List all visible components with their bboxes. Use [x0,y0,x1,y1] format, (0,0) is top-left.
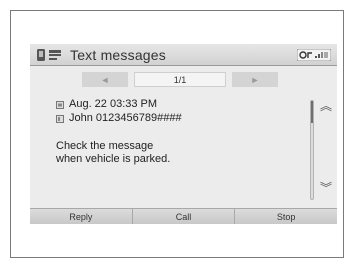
scrollbar-thumb[interactable] [311,101,313,123]
previous-page-button[interactable]: ◄ [82,72,128,87]
double-chevron-down-icon[interactable]: ︾ [319,182,333,194]
status-icons [297,49,331,61]
title-bar: Text messages [30,44,337,66]
action-bar: Reply Call Stop [30,208,338,224]
message-sender: John 0123456789#### [69,112,182,124]
page-indicator: 1/1 [134,72,226,87]
pager: ◄ 1/1 ► [82,72,278,87]
phone-message-icon [37,49,61,61]
scrollbar[interactable] [310,100,314,200]
text-messages-screen: Text messages ◄ 1/1 ► Aug. 22 03:33 PM J… [30,44,338,224]
next-page-button[interactable]: ► [232,72,278,87]
reply-button[interactable]: Reply [30,209,133,224]
message-date: Aug. 22 03:33 PM [69,98,158,110]
call-button[interactable]: Call [132,209,236,224]
stop-button[interactable]: Stop [235,209,338,224]
message-body-line-2: when vehicle is parked. [56,153,171,165]
double-chevron-up-icon[interactable]: ︽ [319,100,333,112]
calendar-icon [56,101,64,109]
page-title: Text messages [70,47,166,63]
message-body-line-1: Check the message [56,140,154,152]
contact-icon [56,115,64,123]
